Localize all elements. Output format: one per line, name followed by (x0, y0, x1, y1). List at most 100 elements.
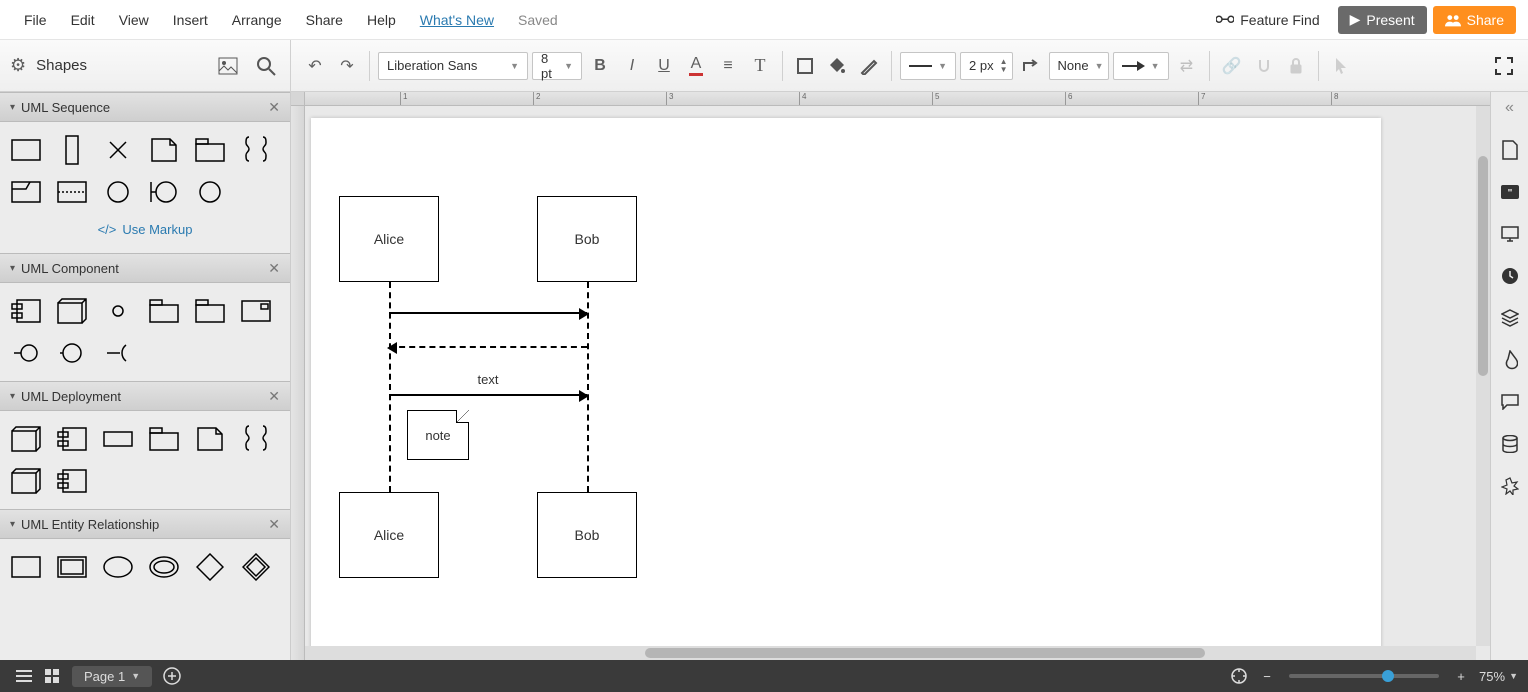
feature-find-button[interactable]: Feature Find (1216, 12, 1319, 28)
shape-weak-entity[interactable] (52, 549, 92, 585)
menu-help[interactable]: Help (355, 12, 408, 28)
line-start-select[interactable]: None▼ (1049, 52, 1109, 80)
present-panel-icon[interactable] (1498, 222, 1522, 246)
lifeline-head-bob-bottom[interactable]: Bob (537, 492, 637, 578)
collapse-dock-button[interactable]: « (1505, 96, 1514, 120)
lifeline-head-alice-top[interactable]: Alice (339, 196, 439, 282)
share-button[interactable]: Share (1433, 6, 1516, 34)
scrollbar-thumb[interactable] (1478, 156, 1488, 376)
message-arrow-2[interactable] (389, 394, 587, 396)
shape-fragment[interactable] (236, 132, 276, 168)
shape-provided[interactable] (52, 335, 92, 371)
shape-subsystem[interactable] (236, 293, 276, 329)
shape-alt[interactable] (52, 174, 92, 210)
zoom-level[interactable]: 75% (1479, 669, 1505, 684)
shape-endpoint[interactable] (98, 174, 138, 210)
menu-view[interactable]: View (107, 12, 161, 28)
step-down-icon[interactable]: ▼ (1000, 66, 1008, 74)
shape-component3[interactable] (52, 463, 92, 499)
shape-package3[interactable] (190, 293, 230, 329)
zoom-out-button[interactable]: − (1253, 662, 1281, 690)
shape-object2[interactable] (98, 421, 138, 457)
add-page-button[interactable] (158, 662, 186, 690)
lifeline-head-bob-top[interactable]: Bob (537, 196, 637, 282)
shape-destroy[interactable] (98, 132, 138, 168)
line-routing-button[interactable] (1017, 52, 1045, 80)
category-header-component[interactable]: UML Component✕ (0, 253, 290, 283)
gear-icon[interactable]: ⚙ (10, 55, 26, 76)
border-color-button[interactable] (855, 52, 883, 80)
font-size-select[interactable]: 8 pt▼ (532, 52, 582, 80)
category-header-deployment[interactable]: UML Deployment✕ (0, 381, 290, 411)
italic-button[interactable]: I (618, 52, 646, 80)
note-shape[interactable]: note (407, 410, 469, 460)
shape-package4[interactable] (144, 421, 184, 457)
message-arrow-1[interactable] (389, 312, 587, 314)
horizontal-scrollbar[interactable] (305, 646, 1476, 660)
zoom-slider[interactable] (1289, 674, 1439, 678)
menu-edit[interactable]: Edit (59, 12, 107, 28)
shape-entity-rect[interactable] (6, 549, 46, 585)
fill-color-button[interactable] (823, 52, 851, 80)
return-arrow[interactable] (389, 346, 587, 348)
font-family-select[interactable]: Liberation Sans▼ (378, 52, 528, 80)
shape-multi-attr[interactable] (144, 549, 184, 585)
bold-button[interactable]: B (586, 52, 614, 80)
vertical-scrollbar[interactable] (1476, 106, 1490, 646)
shape-relationship[interactable] (190, 549, 230, 585)
chat-panel-icon[interactable] (1498, 390, 1522, 414)
redo-button[interactable]: ↷ (333, 52, 361, 80)
align-button[interactable]: ≡ (714, 52, 742, 80)
shape-component-3d[interactable] (52, 293, 92, 329)
shape-attribute[interactable] (98, 549, 138, 585)
message-label[interactable]: text (478, 372, 499, 387)
shape-note[interactable] (144, 132, 184, 168)
page-selector[interactable]: Page 1▼ (72, 666, 152, 687)
close-icon[interactable]: ✕ (268, 516, 280, 533)
menu-whats-new[interactable]: What's New (408, 12, 506, 28)
menu-arrange[interactable]: Arrange (220, 12, 294, 28)
zoom-slider-knob[interactable] (1382, 670, 1394, 682)
shape-activation[interactable] (52, 132, 92, 168)
category-header-er[interactable]: UML Entity Relationship✕ (0, 509, 290, 539)
shape-node[interactable] (6, 421, 46, 457)
zoom-in-button[interactable]: + (1447, 662, 1475, 690)
layers-panel-icon[interactable] (1498, 306, 1522, 330)
page-panel-icon[interactable] (1498, 138, 1522, 162)
comments-panel-icon[interactable]: " (1498, 180, 1522, 204)
shape-weak-rel[interactable] (236, 549, 276, 585)
shape-boundary[interactable] (144, 174, 184, 210)
shape-required[interactable] (6, 335, 46, 371)
menu-file[interactable]: File (12, 12, 59, 28)
outline-icon[interactable] (10, 662, 38, 690)
data-panel-icon[interactable] (1498, 432, 1522, 456)
shape-artifact[interactable] (190, 421, 230, 457)
fullscreen-button[interactable] (1490, 52, 1518, 80)
canvas-page[interactable]: Alice Bob text note Alice Bob (311, 118, 1381, 660)
line-end-select[interactable]: ▼ (1113, 52, 1169, 80)
shape-component[interactable] (6, 293, 46, 329)
shape-object[interactable] (6, 132, 46, 168)
shape-entity[interactable] (190, 174, 230, 210)
lifeline-head-alice-bottom[interactable]: Alice (339, 492, 439, 578)
close-icon[interactable]: ✕ (268, 99, 280, 116)
category-header-sequence[interactable]: UML Sequence✕ (0, 92, 290, 122)
close-icon[interactable]: ✕ (268, 388, 280, 405)
canvas-area[interactable]: 1 2 3 4 5 6 7 8 Alice Bob text note Alic… (291, 92, 1490, 660)
shape-assembly[interactable] (98, 335, 138, 371)
menu-share[interactable]: Share (294, 12, 355, 28)
undo-button[interactable]: ↶ (301, 52, 329, 80)
target-icon[interactable] (1225, 662, 1253, 690)
shape-node2[interactable] (6, 463, 46, 499)
scrollbar-thumb[interactable] (645, 648, 1205, 658)
present-button[interactable]: ▶ Present (1338, 6, 1427, 34)
text-tool-button[interactable]: T (746, 52, 774, 80)
image-icon[interactable] (214, 52, 242, 80)
underline-button[interactable]: U (650, 52, 678, 80)
shape-component2[interactable] (52, 421, 92, 457)
search-icon[interactable] (252, 52, 280, 80)
line-style-select[interactable]: ▼ (900, 52, 956, 80)
themes-panel-icon[interactable] (1498, 348, 1522, 372)
menu-insert[interactable]: Insert (161, 12, 220, 28)
shape-port[interactable] (98, 293, 138, 329)
